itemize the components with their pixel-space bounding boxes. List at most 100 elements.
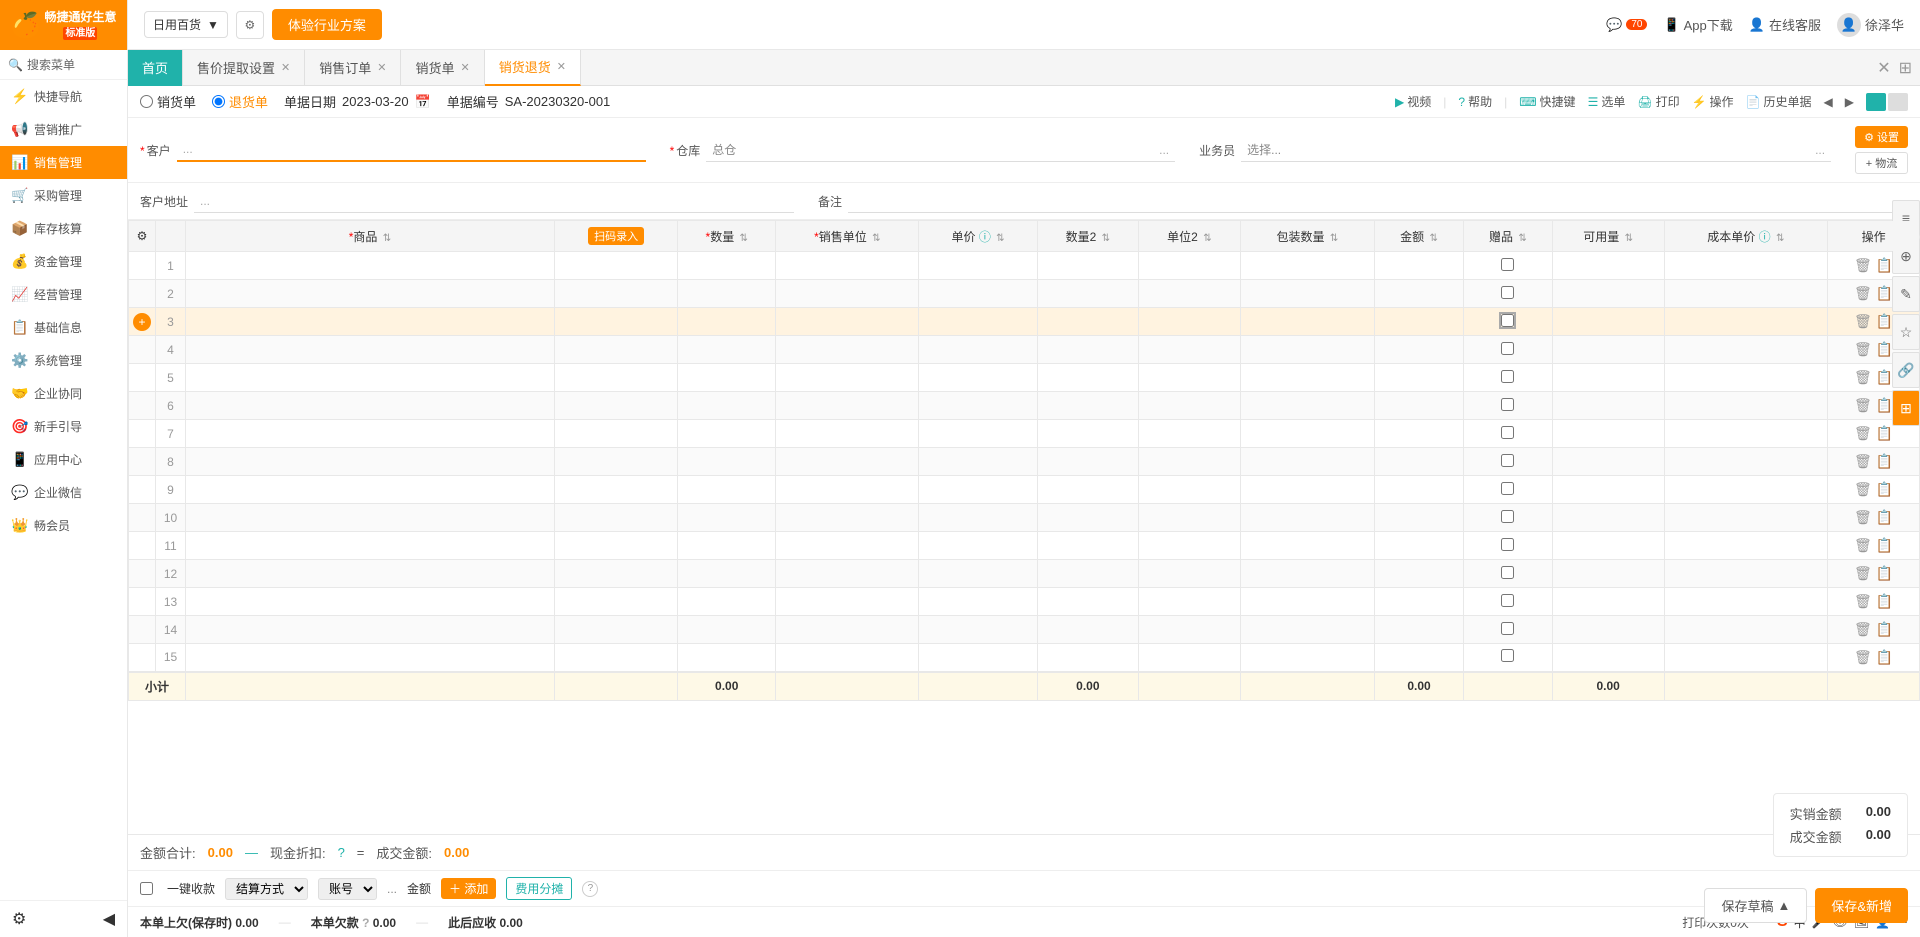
logistics-button[interactable]: + 物流 bbox=[1855, 152, 1908, 174]
copy-icon[interactable]: 📋 bbox=[1876, 537, 1893, 554]
copy-icon[interactable]: 📋 bbox=[1876, 313, 1893, 330]
gift-checkbox[interactable] bbox=[1501, 258, 1514, 271]
tab-home[interactable]: 首页 bbox=[128, 50, 183, 86]
gift-checkbox[interactable] bbox=[1501, 622, 1514, 635]
sidebar-item-enterprise[interactable]: 🤝 企业协同 bbox=[0, 377, 127, 410]
gift-checkbox[interactable] bbox=[1501, 370, 1514, 383]
delete-icon[interactable]: 🗑 bbox=[1854, 341, 1872, 358]
delete-icon[interactable]: 🗑 bbox=[1854, 285, 1872, 302]
float-btn-6[interactable]: ⊞ bbox=[1892, 390, 1920, 426]
copy-icon[interactable]: 📋 bbox=[1876, 649, 1893, 666]
delete-icon[interactable]: 🗑 bbox=[1854, 649, 1872, 666]
sidebar-search[interactable]: 🔍 搜索菜单 bbox=[0, 50, 127, 80]
sidebar-item-wechat[interactable]: 💬 企业微信 bbox=[0, 476, 127, 509]
gift-checkbox[interactable] bbox=[1501, 482, 1514, 495]
sidebar-item-marketing[interactable]: 📢 营销推广 bbox=[0, 113, 127, 146]
warehouse-input[interactable]: 总仓 ... bbox=[706, 138, 1175, 162]
copy-icon[interactable]: 📋 bbox=[1876, 621, 1893, 638]
tab-price-settings[interactable]: 售价提取设置 ✕ bbox=[183, 50, 305, 86]
calendar-icon[interactable]: 📅 bbox=[415, 94, 431, 110]
copy-icon[interactable]: 📋 bbox=[1876, 565, 1893, 582]
gift-checkbox[interactable] bbox=[1501, 398, 1514, 411]
tab-sales-delivery[interactable]: 销货单 ✕ bbox=[401, 50, 484, 86]
toolbar-video[interactable]: ▶ 视频 bbox=[1395, 93, 1431, 110]
fee-help-icon[interactable]: ? bbox=[582, 881, 598, 897]
copy-icon[interactable]: 📋 bbox=[1876, 257, 1893, 274]
save-draft-button[interactable]: 保存草稿 ▲ bbox=[1704, 888, 1807, 923]
toolbar-shortcut[interactable]: ⌨ 快捷键 bbox=[1519, 93, 1575, 110]
gear-button[interactable]: ⚙ bbox=[236, 11, 264, 39]
add-row-icon[interactable]: + bbox=[133, 313, 151, 331]
tab-expand[interactable]: ⊞ bbox=[1899, 58, 1912, 78]
help-circle-icon[interactable]: ? bbox=[338, 845, 345, 860]
gift-checkbox[interactable] bbox=[1501, 342, 1514, 355]
online-service-button[interactable]: 👤 在线客服 bbox=[1749, 15, 1821, 34]
sidebar-item-inventory[interactable]: 📦 库存核算 bbox=[0, 212, 127, 245]
app-download-button[interactable]: 📱 App下载 bbox=[1663, 15, 1732, 34]
float-btn-3[interactable]: ✎ bbox=[1892, 276, 1920, 312]
salesperson-input[interactable]: 选择... ... bbox=[1241, 138, 1831, 162]
customer-input[interactable]: ... bbox=[177, 138, 646, 162]
help-icon-debt[interactable]: ? bbox=[362, 916, 369, 930]
toolbar-operation[interactable]: ⚡ 操作 bbox=[1692, 93, 1734, 110]
radio-delivery-input[interactable] bbox=[140, 95, 153, 108]
copy-icon[interactable]: 📋 bbox=[1876, 509, 1893, 526]
sidebar-item-purchase[interactable]: 🛒 采购管理 bbox=[0, 179, 127, 212]
gift-checkbox[interactable] bbox=[1501, 649, 1514, 662]
toolbar-print[interactable]: 🖨 打印 bbox=[1637, 93, 1679, 110]
copy-icon[interactable]: 📋 bbox=[1876, 369, 1893, 386]
nav-next[interactable]: ▶ bbox=[1845, 95, 1854, 109]
scan-button[interactable]: 扫码录入 bbox=[588, 227, 644, 245]
tab-close-all[interactable]: ✕ bbox=[1877, 58, 1890, 78]
copy-icon[interactable]: 📋 bbox=[1876, 341, 1893, 358]
toolbar-history[interactable]: 📄 历史单据 bbox=[1746, 93, 1812, 110]
delete-icon[interactable]: 🗑 bbox=[1854, 257, 1872, 274]
sidebar-item-operations[interactable]: 📈 经营管理 bbox=[0, 278, 127, 311]
delete-icon[interactable]: 🗑 bbox=[1854, 621, 1872, 638]
message-button[interactable]: 💬 70 bbox=[1606, 17, 1647, 33]
view-list[interactable] bbox=[1888, 93, 1908, 111]
copy-icon[interactable]: 📋 bbox=[1876, 425, 1893, 442]
tab-close-return[interactable]: ✕ bbox=[557, 60, 566, 73]
remark-input[interactable] bbox=[848, 189, 1908, 213]
gift-checkbox[interactable] bbox=[1501, 566, 1514, 579]
copy-icon[interactable]: 📋 bbox=[1876, 453, 1893, 470]
collapse-icon[interactable]: ◀ bbox=[103, 909, 115, 929]
trial-button[interactable]: 体验行业方案 bbox=[272, 9, 382, 40]
sidebar-item-appstore[interactable]: 📱 应用中心 bbox=[0, 443, 127, 476]
delete-icon[interactable]: 🗑 bbox=[1854, 313, 1872, 330]
delete-icon[interactable]: 🗑 bbox=[1854, 425, 1872, 442]
copy-icon[interactable]: 📋 bbox=[1876, 397, 1893, 414]
toolbar-help[interactable]: ? 帮助 bbox=[1458, 93, 1492, 110]
gift-checkbox[interactable] bbox=[1501, 454, 1514, 467]
delete-icon[interactable]: 🗑 bbox=[1854, 509, 1872, 526]
delete-icon[interactable]: 🗑 bbox=[1854, 369, 1872, 386]
sidebar-item-member[interactable]: 👑 畅会员 bbox=[0, 509, 127, 542]
add-button[interactable]: ＋ 添加 bbox=[441, 878, 496, 899]
delete-icon[interactable]: 🗑 bbox=[1854, 397, 1872, 414]
sidebar-item-shortcut[interactable]: ⚡ 快捷导航 bbox=[0, 80, 127, 113]
tab-close-price[interactable]: ✕ bbox=[281, 61, 290, 74]
cost-info-icon[interactable]: ⓘ bbox=[1759, 230, 1771, 244]
toolbar-select[interactable]: ☰ 选单 bbox=[1588, 93, 1626, 110]
copy-icon[interactable]: 📋 bbox=[1876, 593, 1893, 610]
tab-close-sales-order[interactable]: ✕ bbox=[377, 61, 386, 74]
float-btn-4[interactable]: ☆ bbox=[1892, 314, 1920, 350]
radio-return[interactable]: 退货单 bbox=[212, 92, 268, 111]
user-avatar[interactable]: 👤 徐泽华 bbox=[1837, 13, 1904, 37]
delete-icon[interactable]: 🗑 bbox=[1854, 565, 1872, 582]
nav-prev[interactable]: ◀ bbox=[1824, 95, 1833, 109]
gift-checkbox[interactable] bbox=[1501, 286, 1514, 299]
fee-split-button[interactable]: 费用分摊 bbox=[506, 877, 572, 900]
float-btn-5[interactable]: 🔗 bbox=[1892, 352, 1920, 388]
tab-close-delivery[interactable]: ✕ bbox=[461, 61, 470, 74]
sidebar-item-finance[interactable]: 💰 资金管理 bbox=[0, 245, 127, 278]
customer-addr-input[interactable]: ... bbox=[194, 189, 794, 213]
view-card[interactable] bbox=[1866, 93, 1886, 111]
tab-sales-return[interactable]: 销货退货 ✕ bbox=[485, 50, 581, 86]
one-click-checkbox[interactable] bbox=[140, 882, 153, 895]
col-scan[interactable]: 扫码录入 bbox=[554, 221, 678, 252]
sidebar-item-newbie[interactable]: 🎯 新手引导 bbox=[0, 410, 127, 443]
radio-return-input[interactable] bbox=[212, 95, 225, 108]
sidebar-item-sales[interactable]: 📊 销售管理 bbox=[0, 146, 127, 179]
